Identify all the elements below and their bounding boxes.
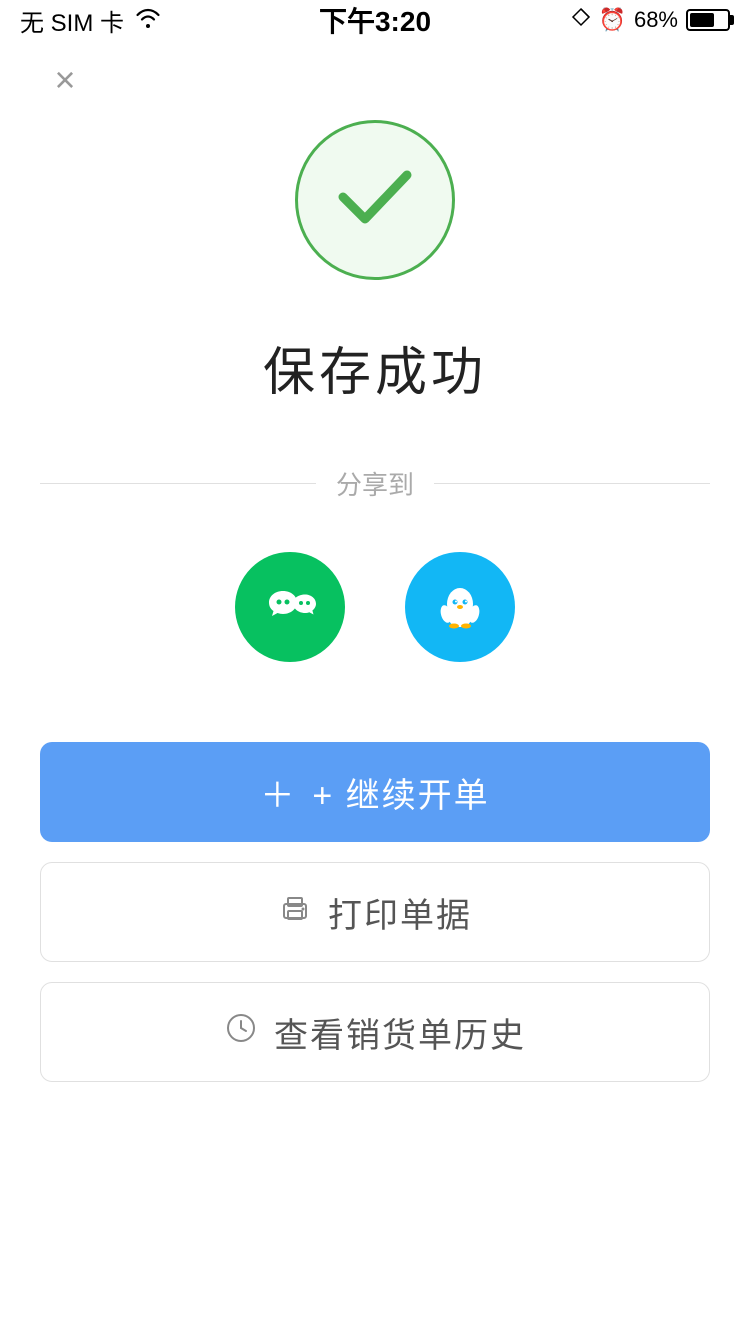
continue-button[interactable]: ＋ + 继续开单 [40, 742, 710, 842]
qq-share-button[interactable] [405, 552, 515, 662]
wifi-icon [134, 6, 162, 35]
status-time: 下午3:20 [319, 0, 431, 40]
share-section: 分享到 [0, 465, 750, 662]
print-button[interactable]: 打印单据 [40, 862, 710, 962]
history-label: 查看销货单历史 [274, 1008, 526, 1057]
battery-icon [686, 9, 730, 31]
main-content: 保存成功 分享到 [0, 40, 750, 1082]
share-icons-row [235, 552, 515, 662]
close-button[interactable]: × [40, 55, 90, 105]
status-bar: 无 SIM 卡 下午3:20 ⏰ 68% [0, 0, 750, 40]
alarm-icon: ⏰ [599, 7, 626, 33]
success-title: 保存成功 [263, 330, 487, 405]
print-label: 打印单据 [328, 888, 472, 937]
success-circle [295, 120, 455, 280]
status-left: 无 SIM 卡 [20, 3, 162, 38]
printer-icon [278, 891, 312, 934]
location-icon [571, 7, 591, 33]
checkmark-icon [335, 165, 415, 235]
divider-right [434, 483, 710, 484]
continue-label: + 继续开单 [312, 768, 489, 817]
status-right: ⏰ 68% [571, 7, 730, 33]
no-sim-label: 无 SIM 卡 [20, 3, 124, 38]
clock-icon [224, 1011, 258, 1054]
divider-left [40, 483, 316, 484]
history-button[interactable]: 查看销货单历史 [40, 982, 710, 1082]
share-label: 分享到 [316, 465, 434, 502]
close-icon: × [54, 62, 75, 98]
wechat-share-button[interactable] [235, 552, 345, 662]
battery-percent: 68% [634, 7, 678, 33]
plus-icon: ＋ [260, 768, 296, 817]
divider-row: 分享到 [0, 465, 750, 502]
action-buttons: ＋ + 继续开单 打印单据 查看销货单历史 [0, 742, 750, 1082]
